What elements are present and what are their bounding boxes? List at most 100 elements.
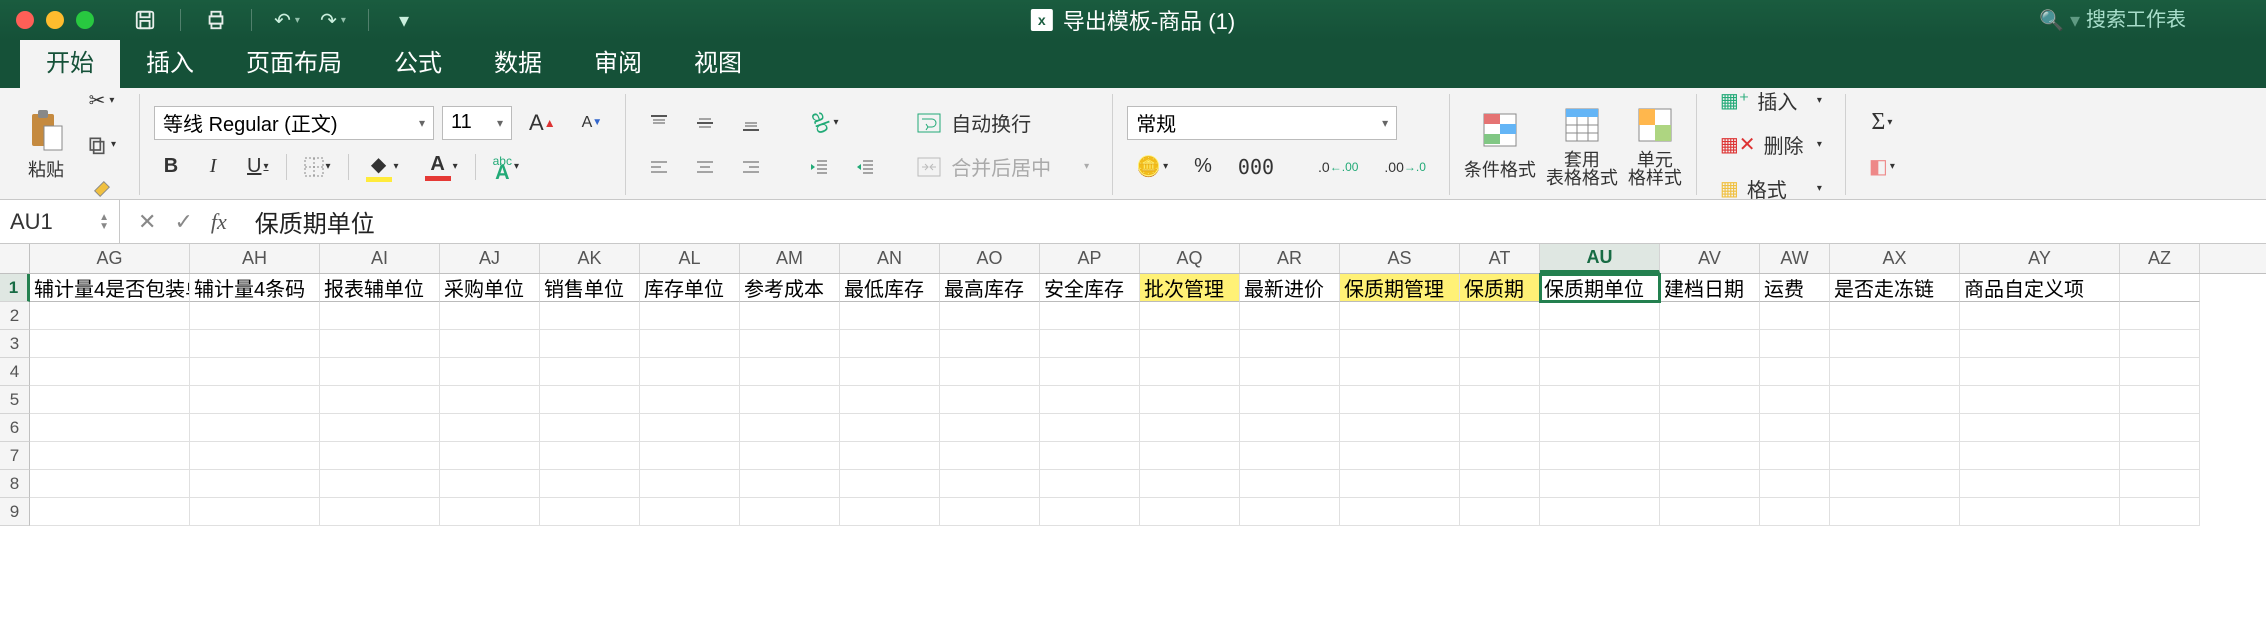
cut-button[interactable]: ✂︎▾ bbox=[78, 84, 125, 118]
select-all-corner[interactable] bbox=[0, 244, 30, 273]
cancel-formula-button[interactable]: ✕ bbox=[138, 209, 156, 235]
number-format-select[interactable]: 常规▾ bbox=[1127, 106, 1397, 140]
cell[interactable] bbox=[1140, 414, 1240, 442]
row-header[interactable]: 1 bbox=[0, 274, 30, 302]
cell[interactable] bbox=[740, 470, 840, 498]
cell[interactable]: 安全库存 bbox=[1040, 274, 1140, 302]
row-header[interactable]: 4 bbox=[0, 358, 30, 386]
cell[interactable] bbox=[1140, 330, 1240, 358]
cell[interactable] bbox=[320, 386, 440, 414]
confirm-formula-button[interactable]: ✓ bbox=[174, 209, 192, 235]
cell[interactable] bbox=[1760, 470, 1830, 498]
fill-color-button[interactable]: ◆▾ bbox=[357, 150, 408, 184]
cell[interactable] bbox=[1040, 302, 1140, 330]
cell[interactable] bbox=[1240, 470, 1340, 498]
font-size-select[interactable]: 11▾ bbox=[442, 106, 512, 140]
cell[interactable] bbox=[1660, 498, 1760, 526]
cell[interactable] bbox=[1660, 414, 1760, 442]
cell[interactable]: 辅计量4条码 bbox=[190, 274, 320, 302]
cell[interactable] bbox=[1340, 386, 1460, 414]
cell[interactable] bbox=[1460, 358, 1540, 386]
row-header[interactable]: 8 bbox=[0, 470, 30, 498]
cell[interactable] bbox=[2120, 386, 2200, 414]
cell[interactable] bbox=[1460, 470, 1540, 498]
font-color-button[interactable]: A▾ bbox=[416, 150, 467, 184]
column-header[interactable]: AH bbox=[190, 244, 320, 273]
column-header[interactable]: AW bbox=[1760, 244, 1830, 273]
cell[interactable] bbox=[1460, 302, 1540, 330]
cell[interactable] bbox=[1660, 386, 1760, 414]
cell[interactable] bbox=[740, 386, 840, 414]
cell[interactable]: 建档日期 bbox=[1660, 274, 1760, 302]
cell[interactable] bbox=[1960, 386, 2120, 414]
cell[interactable]: 运费 bbox=[1760, 274, 1830, 302]
cell[interactable] bbox=[1830, 358, 1960, 386]
cell[interactable] bbox=[440, 386, 540, 414]
cell[interactable] bbox=[1960, 414, 2120, 442]
tab-insert[interactable]: 插入 bbox=[120, 33, 220, 88]
phonetic-button[interactable]: abcA▾ bbox=[484, 150, 528, 184]
cell[interactable] bbox=[740, 330, 840, 358]
cell[interactable] bbox=[1760, 330, 1830, 358]
save-icon[interactable] bbox=[134, 9, 156, 31]
cell[interactable] bbox=[1340, 442, 1460, 470]
cell[interactable] bbox=[740, 498, 840, 526]
column-header[interactable]: AI bbox=[320, 244, 440, 273]
cell[interactable] bbox=[540, 302, 640, 330]
cell[interactable] bbox=[1240, 386, 1340, 414]
cell[interactable]: 保质期单位 bbox=[1540, 274, 1660, 302]
delete-cells-button[interactable]: ▦✕删除▾ bbox=[1711, 128, 1831, 162]
cell[interactable] bbox=[190, 442, 320, 470]
cell[interactable]: 商品自定义项 bbox=[1960, 274, 2120, 302]
cell[interactable] bbox=[1240, 442, 1340, 470]
cell[interactable] bbox=[940, 302, 1040, 330]
cell[interactable] bbox=[320, 330, 440, 358]
cell[interactable] bbox=[540, 414, 640, 442]
copy-button[interactable]: ▾ bbox=[78, 128, 125, 162]
cell[interactable] bbox=[1340, 358, 1460, 386]
column-header[interactable]: AQ bbox=[1140, 244, 1240, 273]
cell[interactable] bbox=[1240, 358, 1340, 386]
merge-center-button[interactable]: 合并后居中▾ bbox=[908, 150, 1098, 184]
cell[interactable] bbox=[2120, 330, 2200, 358]
cell[interactable] bbox=[1460, 442, 1540, 470]
cell[interactable] bbox=[1540, 498, 1660, 526]
cell[interactable] bbox=[540, 442, 640, 470]
cell[interactable] bbox=[1040, 358, 1140, 386]
cell[interactable] bbox=[1040, 470, 1140, 498]
cell[interactable] bbox=[30, 470, 190, 498]
cell[interactable] bbox=[320, 470, 440, 498]
row-header[interactable]: 7 bbox=[0, 442, 30, 470]
cell[interactable] bbox=[1660, 442, 1760, 470]
cell[interactable] bbox=[940, 386, 1040, 414]
cell[interactable] bbox=[1660, 470, 1760, 498]
cell[interactable] bbox=[2120, 470, 2200, 498]
cell[interactable] bbox=[840, 470, 940, 498]
search-input[interactable] bbox=[2086, 9, 2246, 32]
cell[interactable] bbox=[30, 302, 190, 330]
cell[interactable] bbox=[1540, 302, 1660, 330]
cell[interactable] bbox=[1830, 498, 1960, 526]
cell[interactable] bbox=[840, 442, 940, 470]
cell[interactable] bbox=[640, 498, 740, 526]
cell[interactable] bbox=[1140, 358, 1240, 386]
cell[interactable] bbox=[1240, 414, 1340, 442]
cell[interactable] bbox=[1830, 442, 1960, 470]
column-header[interactable]: AU bbox=[1540, 244, 1660, 273]
cell[interactable] bbox=[1540, 470, 1660, 498]
row-header[interactable]: 2 bbox=[0, 302, 30, 330]
cell[interactable] bbox=[940, 470, 1040, 498]
align-right-button[interactable] bbox=[732, 150, 770, 184]
cell[interactable] bbox=[540, 330, 640, 358]
column-header[interactable]: AS bbox=[1340, 244, 1460, 273]
cell[interactable] bbox=[440, 302, 540, 330]
cell[interactable] bbox=[30, 442, 190, 470]
cell[interactable] bbox=[640, 442, 740, 470]
percent-button[interactable]: % bbox=[1185, 150, 1221, 184]
cell[interactable] bbox=[1460, 414, 1540, 442]
namebox-stepper[interactable]: ▲▼ bbox=[99, 213, 109, 231]
undo-icon[interactable]: ↶▾ bbox=[276, 9, 298, 31]
cell[interactable] bbox=[1240, 330, 1340, 358]
cell[interactable] bbox=[440, 470, 540, 498]
clear-button[interactable]: ◧▾ bbox=[1860, 150, 1904, 184]
